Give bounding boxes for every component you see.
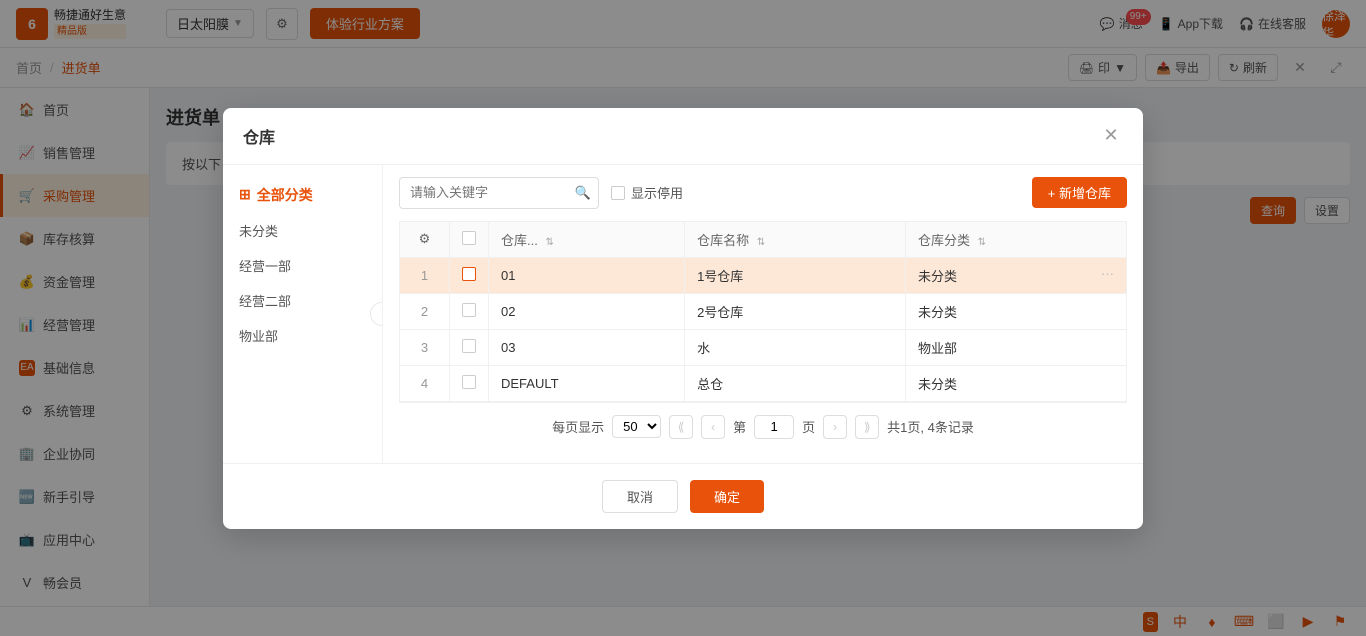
row-action-dots[interactable]: ··· [1101, 266, 1114, 281]
table-row[interactable]: 4 DEFAULT 总仓 未分类 [400, 365, 1127, 401]
page-size-select[interactable]: 50 [612, 415, 661, 438]
select-all-checkbox[interactable] [462, 231, 476, 245]
modal-close-button[interactable]: ✕ [1099, 124, 1123, 148]
row-name: 1号仓库 [685, 257, 906, 293]
row-checkbox[interactable] [450, 293, 489, 329]
col-settings: ⚙ [400, 221, 450, 257]
page-last-button[interactable]: ⟫ [855, 415, 879, 439]
cancel-button[interactable]: 取消 [602, 480, 678, 513]
table-container: ⚙ 仓库... ⇅ 仓库名称 [399, 221, 1127, 402]
overlay: 仓库 ✕ ⊞ 全部分类 未分类 经营一部 经营二部 物业部 《 [0, 0, 1366, 636]
row-checkbox[interactable] [450, 365, 489, 401]
row-checkbox[interactable] [450, 329, 489, 365]
row-code: 03 [489, 329, 685, 365]
warehouse-table: ⚙ 仓库... ⇅ 仓库名称 [399, 221, 1127, 402]
modal-toolbar: 🔍 显示停用 + 新增仓库 [399, 177, 1127, 209]
warehouse-modal: 仓库 ✕ ⊞ 全部分类 未分类 经营一部 经营二部 物业部 《 [223, 108, 1143, 529]
row-index: 3 [400, 329, 450, 365]
row-name: 水 [685, 329, 906, 365]
modal-pagination: 每页显示 50 ⟪ ‹ 第 页 › ⟫ 共1页, 4条记录 [399, 402, 1127, 451]
row-index: 1 [400, 257, 450, 293]
show-disabled-checkbox-wrap[interactable]: 显示停用 [611, 183, 683, 202]
modal-sidebar-item-1[interactable]: 经营一部 [223, 248, 382, 283]
show-disabled-checkbox[interactable] [611, 186, 625, 200]
table-row[interactable]: 1 01 1号仓库 未分类··· [400, 257, 1127, 293]
col-category[interactable]: 仓库分类 ⇅ [906, 221, 1127, 257]
row-category: 未分类··· [906, 257, 1127, 293]
table-row[interactable]: 2 02 2号仓库 未分类 [400, 293, 1127, 329]
row-category: 物业部 [906, 329, 1127, 365]
sort-category-icon: ⇅ [978, 237, 986, 248]
search-input-wrap: 🔍 [399, 177, 599, 209]
page-next-button[interactable]: › [823, 415, 847, 439]
table-header-row: ⚙ 仓库... ⇅ 仓库名称 [400, 221, 1127, 257]
modal-sidebar-item-0[interactable]: 未分类 [223, 213, 382, 248]
confirm-button[interactable]: 确定 [690, 480, 764, 513]
modal-main: 🔍 显示停用 + 新增仓库 ⚙ [383, 165, 1143, 463]
row-category: 未分类 [906, 293, 1127, 329]
modal-title: 仓库 [243, 124, 275, 148]
sort-name-icon: ⇅ [757, 237, 765, 248]
search-input[interactable] [399, 177, 599, 209]
col-code[interactable]: 仓库... ⇅ [489, 221, 685, 257]
row-index: 4 [400, 365, 450, 401]
page-input[interactable] [754, 415, 794, 439]
grid-icon: ⊞ [239, 186, 251, 203]
row-code: 02 [489, 293, 685, 329]
row-name: 2号仓库 [685, 293, 906, 329]
search-icon[interactable]: 🔍 [575, 185, 591, 201]
row-index: 2 [400, 293, 450, 329]
page-first-button[interactable]: ⟪ [669, 415, 693, 439]
col-checkbox [450, 221, 489, 257]
modal-header: 仓库 ✕ [223, 108, 1143, 165]
modal-body: ⊞ 全部分类 未分类 经营一部 经营二部 物业部 《 🔍 [223, 165, 1143, 463]
page-prev-button[interactable]: ‹ [701, 415, 725, 439]
row-code: 01 [489, 257, 685, 293]
row-checkbox[interactable] [450, 257, 489, 293]
add-warehouse-button[interactable]: + 新增仓库 [1032, 177, 1127, 208]
row-name: 总仓 [685, 365, 906, 401]
total-info: 共1页, 4条记录 [887, 417, 974, 436]
modal-sidebar-all[interactable]: ⊞ 全部分类 [223, 177, 382, 213]
table-row[interactable]: 3 03 水 物业部 [400, 329, 1127, 365]
sort-code-icon: ⇅ [545, 237, 553, 248]
modal-sidebar: ⊞ 全部分类 未分类 经营一部 经营二部 物业部 《 [223, 165, 383, 463]
modal-sidebar-item-3[interactable]: 物业部 [223, 318, 382, 353]
modal-footer: 取消 确定 [223, 463, 1143, 529]
row-code: DEFAULT [489, 365, 685, 401]
modal-sidebar-item-2[interactable]: 经营二部 [223, 283, 382, 318]
col-name[interactable]: 仓库名称 ⇅ [685, 221, 906, 257]
row-category: 未分类 [906, 365, 1127, 401]
